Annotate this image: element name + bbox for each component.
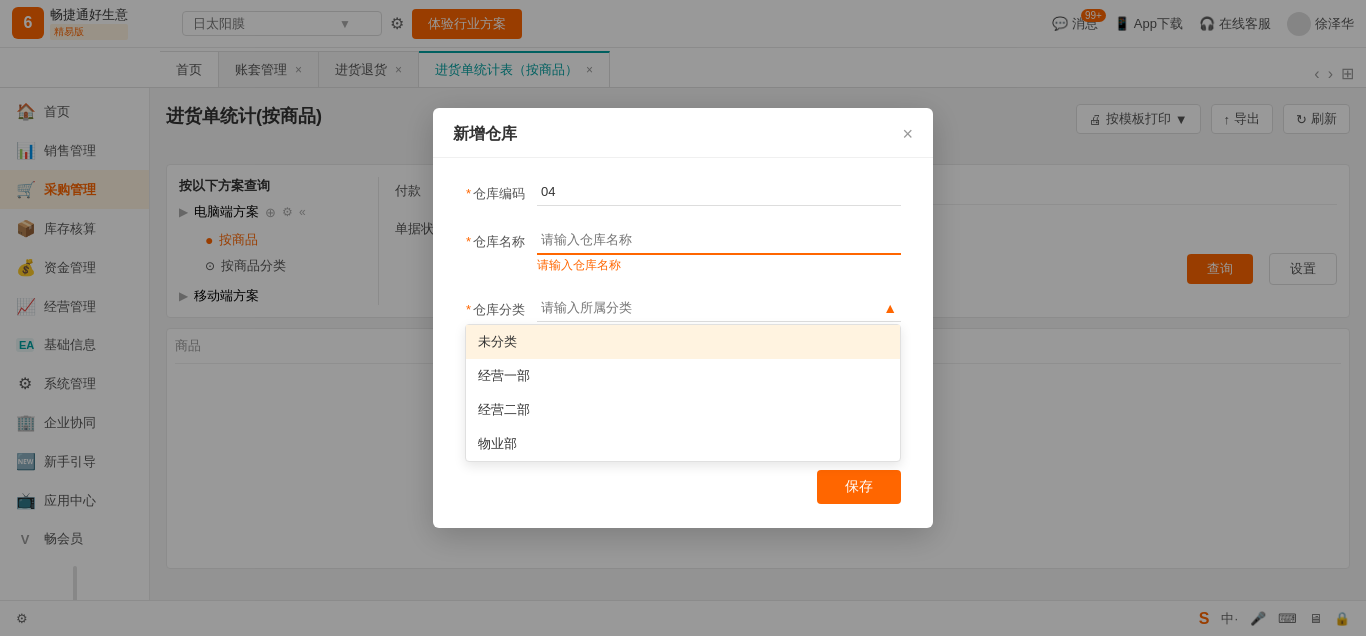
modal-new-warehouse: 新增仓库 × *仓库编码 *仓库名称 请输入仓库名称 bbox=[433, 108, 933, 528]
name-error-text: 请输入仓库名称 bbox=[465, 257, 901, 274]
code-input[interactable] bbox=[537, 178, 901, 206]
dropdown-item-2[interactable]: 经营二部 bbox=[466, 393, 900, 427]
category-label: *仓库分类 bbox=[465, 294, 525, 319]
dropdown-item-0[interactable]: 未分类 bbox=[466, 325, 900, 359]
modal-footer: 保存 bbox=[433, 470, 933, 504]
modal-body: *仓库编码 *仓库名称 请输入仓库名称 *仓库分类 bbox=[433, 158, 933, 470]
dropdown-item-1[interactable]: 经营一部 bbox=[466, 359, 900, 393]
code-label: *仓库编码 bbox=[465, 178, 525, 203]
category-dropdown: 未分类 经营一部 经营二部 物业部 bbox=[465, 324, 901, 462]
category-input-wrap: ▲ bbox=[537, 294, 901, 322]
category-dropdown-arrow[interactable]: ▲ bbox=[883, 300, 897, 316]
dropdown-item-3[interactable]: 物业部 bbox=[466, 427, 900, 461]
name-label: *仓库名称 bbox=[465, 226, 525, 251]
modal-close-button[interactable]: × bbox=[902, 124, 913, 145]
field-code: *仓库编码 bbox=[465, 178, 901, 206]
modal-title: 新增仓库 bbox=[453, 124, 517, 145]
field-category: *仓库分类 ▲ 未分类 经营一部 经营二部 物业部 bbox=[465, 294, 901, 322]
field-name: *仓库名称 请输入仓库名称 bbox=[465, 226, 901, 274]
modal-header: 新增仓库 × bbox=[433, 108, 933, 158]
save-button[interactable]: 保存 bbox=[817, 470, 901, 504]
name-input[interactable] bbox=[537, 226, 901, 255]
category-input[interactable] bbox=[537, 294, 901, 322]
